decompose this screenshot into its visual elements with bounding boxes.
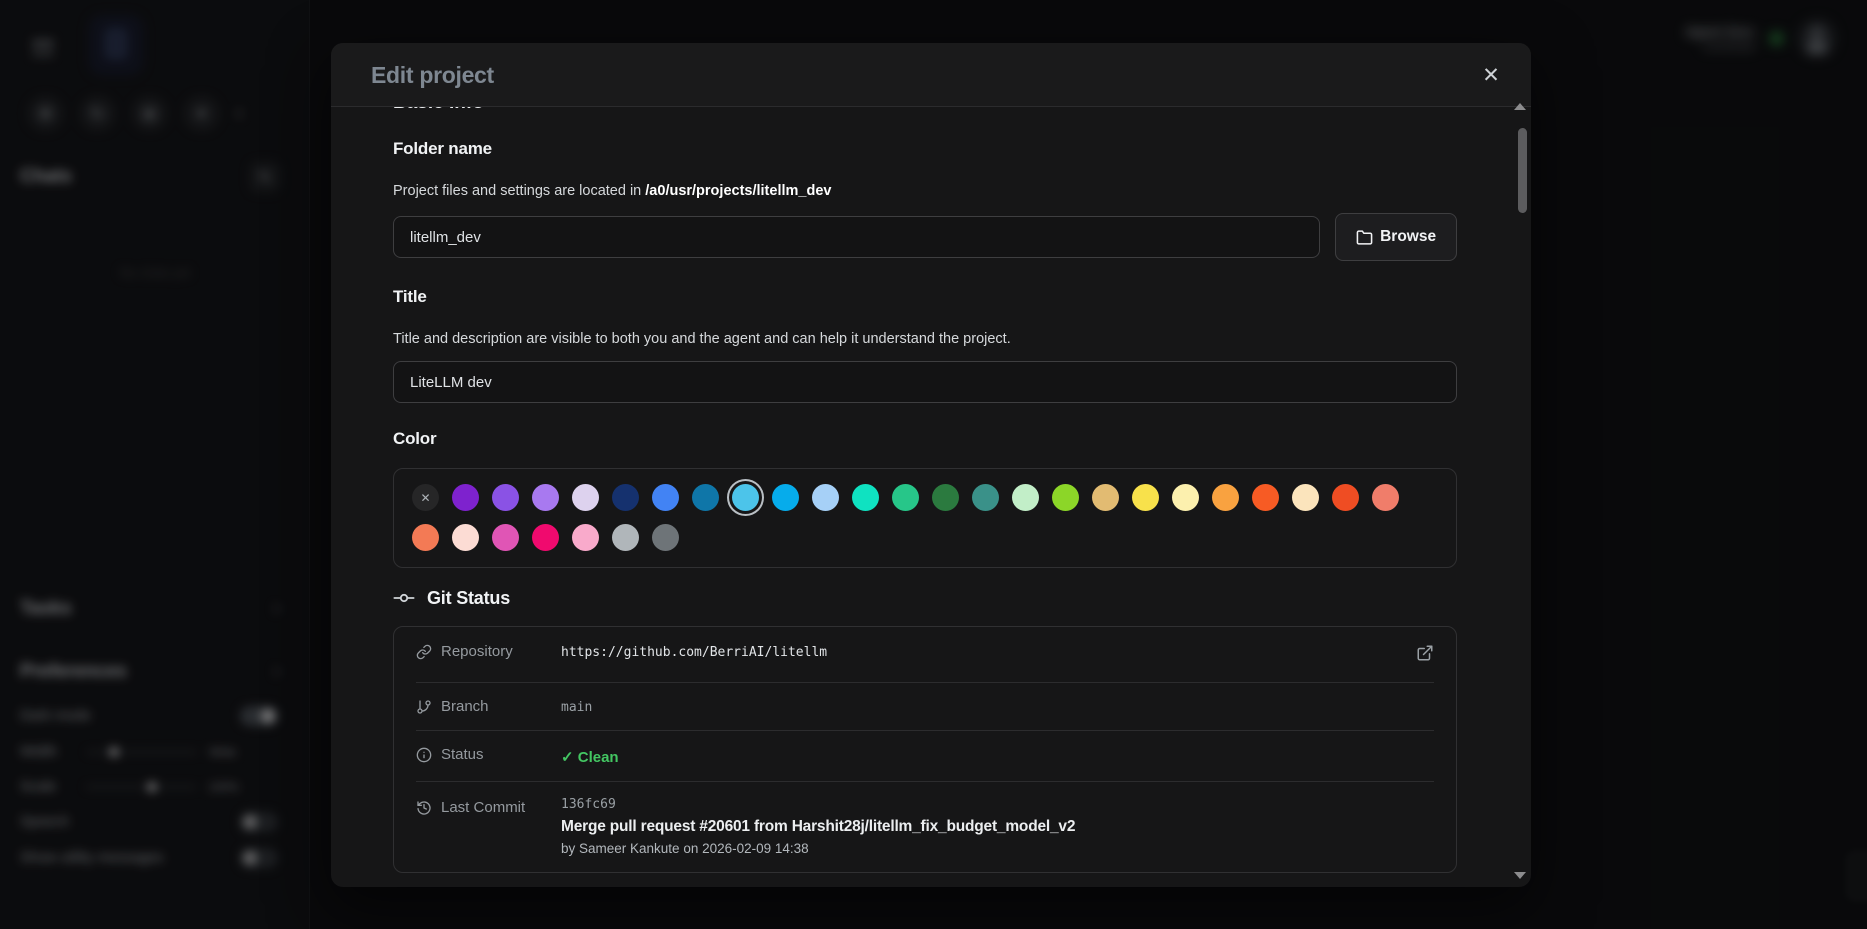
- close-icon[interactable]: ✕: [1477, 61, 1505, 89]
- repository-row: Repository https://github.com/BerriAI/li…: [416, 628, 1434, 683]
- color-label: Color: [393, 429, 1457, 449]
- color-swatch[interactable]: [892, 484, 919, 511]
- status-row: Status ✓ Clean: [416, 731, 1434, 782]
- color-swatch[interactable]: [1292, 484, 1319, 511]
- title-input[interactable]: [393, 361, 1457, 403]
- color-swatch[interactable]: [532, 484, 559, 511]
- project-path: /a0/usr/projects/litellm_dev: [645, 183, 831, 199]
- color-swatch[interactable]: [452, 484, 479, 511]
- color-swatch[interactable]: [1372, 484, 1399, 511]
- color-swatch[interactable]: [692, 484, 719, 511]
- basic-info-heading-clipped: Basic Info: [393, 107, 1457, 113]
- edit-project-modal: Edit project ✕ Basic Info Folder name Pr…: [331, 43, 1531, 887]
- repository-label: Repository: [441, 643, 513, 660]
- folder-icon: [1356, 229, 1373, 246]
- git-branch-icon: [416, 699, 432, 715]
- swatch-row-2: [412, 524, 1438, 551]
- git-status-heading: Git Status: [427, 588, 510, 609]
- color-swatch-none[interactable]: ✕: [412, 484, 439, 511]
- color-swatch[interactable]: [572, 484, 599, 511]
- folder-description: Project files and settings are located i…: [393, 183, 1457, 199]
- status-clean-badge: ✓ Clean: [561, 746, 1434, 766]
- info-icon: [416, 747, 432, 763]
- repository-url[interactable]: https://github.com/BerriAI/litellm: [561, 643, 1416, 660]
- color-swatch[interactable]: [492, 524, 519, 551]
- git-status-panel: Repository https://github.com/BerriAI/li…: [393, 626, 1457, 873]
- last-commit-label: Last Commit: [441, 799, 525, 816]
- git-commit-icon: [393, 587, 415, 609]
- color-swatch[interactable]: [1012, 484, 1039, 511]
- browse-button[interactable]: Browse: [1335, 213, 1457, 261]
- color-swatch[interactable]: [1132, 484, 1159, 511]
- color-swatch[interactable]: [572, 524, 599, 551]
- scrollbar-thumb[interactable]: [1518, 128, 1527, 213]
- color-swatch[interactable]: [612, 484, 639, 511]
- color-swatch[interactable]: [812, 484, 839, 511]
- color-swatch[interactable]: [972, 484, 999, 511]
- color-swatch[interactable]: [772, 484, 799, 511]
- check-icon: ✓: [561, 749, 574, 766]
- app-stage: ⚙ ↻ ⊞ ✦ ‹ Chats ✎ No chats yet Tasks › P…: [0, 0, 1867, 929]
- color-swatch[interactable]: [412, 524, 439, 551]
- modal-header: Edit project ✕: [331, 43, 1531, 107]
- color-swatch[interactable]: [732, 484, 759, 511]
- history-icon: [416, 800, 432, 816]
- color-swatch[interactable]: [652, 484, 679, 511]
- branch-value: main: [561, 698, 1434, 715]
- color-swatch[interactable]: [652, 524, 679, 551]
- external-link-icon[interactable]: [1416, 643, 1434, 667]
- color-swatch[interactable]: [1252, 484, 1279, 511]
- color-swatch[interactable]: [1212, 484, 1239, 511]
- color-picker-panel: ✕: [393, 468, 1457, 568]
- commit-byline: by Sameer Kankute on 2026-02-09 14:38: [561, 841, 1434, 856]
- color-swatch[interactable]: [612, 524, 639, 551]
- color-swatch[interactable]: [932, 484, 959, 511]
- color-swatch[interactable]: [1172, 484, 1199, 511]
- color-swatch[interactable]: [1332, 484, 1359, 511]
- link-icon: [416, 644, 432, 660]
- color-swatch[interactable]: [452, 524, 479, 551]
- status-label: Status: [441, 746, 484, 763]
- swatch-row-1: ✕: [412, 484, 1438, 511]
- commit-hash: 136fc69: [561, 797, 1434, 812]
- scrollbar-up-arrow[interactable]: [1514, 103, 1526, 110]
- branch-label: Branch: [441, 698, 489, 715]
- title-label: Title: [393, 287, 1457, 307]
- folder-name-input[interactable]: [393, 216, 1320, 258]
- folder-name-label: Folder name: [393, 139, 1457, 159]
- title-description: Title and description are visible to bot…: [393, 331, 1457, 347]
- scrollbar-down-arrow[interactable]: [1514, 872, 1526, 879]
- color-swatch[interactable]: [1092, 484, 1119, 511]
- color-swatch[interactable]: [532, 524, 559, 551]
- branch-row: Branch main: [416, 683, 1434, 731]
- color-swatch[interactable]: [492, 484, 519, 511]
- commit-message: Merge pull request #20601 from Harshit28…: [561, 818, 1434, 836]
- modal-body: Basic Info Folder name Project files and…: [331, 107, 1531, 887]
- color-swatch[interactable]: [852, 484, 879, 511]
- modal-title: Edit project: [371, 43, 494, 107]
- last-commit-row: Last Commit 136fc69 Merge pull request #…: [416, 782, 1434, 871]
- color-swatch[interactable]: [1052, 484, 1079, 511]
